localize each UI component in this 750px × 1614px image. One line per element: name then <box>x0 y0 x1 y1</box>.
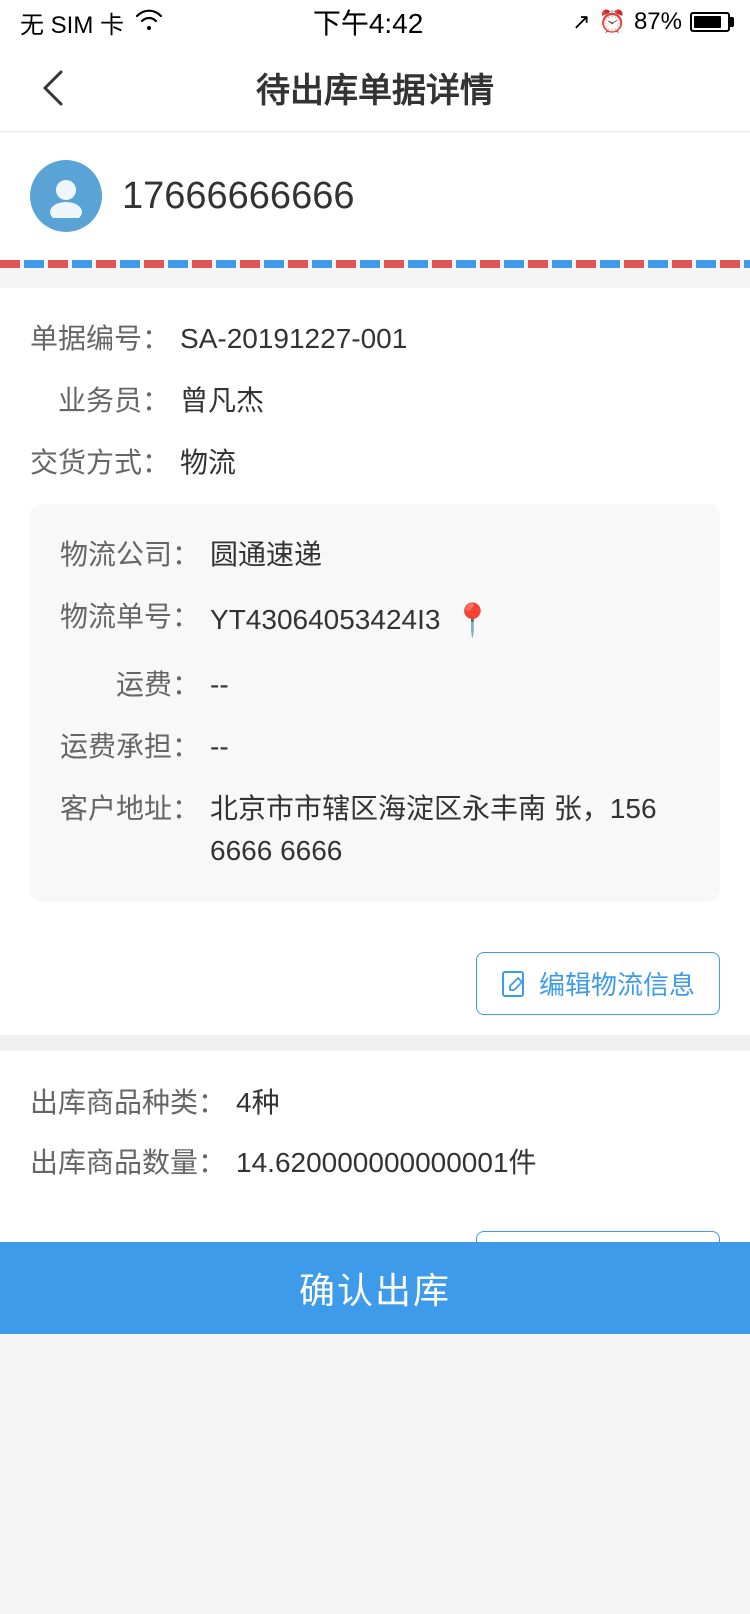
confirm-btn-container: 确认出库 <box>0 1242 750 1334</box>
delivery-method-row: 交货方式： 物流 <box>30 442 720 484</box>
alarm-icon: ⏰ <box>599 9 626 35</box>
page-title: 待出库单据详情 <box>256 63 494 112</box>
freight-value: -- <box>210 664 690 706</box>
product-quantity-value: 14.620000000000001件 <box>236 1141 537 1181</box>
freight-bearer-value: -- <box>210 726 690 768</box>
address-row: 客户地址： 北京市市辖区海淀区永丰南 张，156 6666 6666 <box>60 788 690 872</box>
map-pin-icon[interactable]: 📍 <box>452 596 492 644</box>
edit-btn-row: 编辑物流信息 <box>0 932 750 1035</box>
confirm-outbound-button[interactable]: 确认出库 <box>299 1262 451 1314</box>
freight-row: 运费： -- <box>60 664 690 706</box>
tracking-number-row: 物流单号： YT43064053424I3 📍 <box>60 596 690 644</box>
logistics-company-label: 物流公司： <box>60 534 200 576</box>
order-number-row: 单据编号： SA-20191227-001 <box>30 318 720 360</box>
avatar <box>30 160 102 232</box>
address-value: 北京市市辖区海淀区永丰南 张，156 6666 6666 <box>210 788 690 872</box>
product-section: 出库商品种类： 4种 出库商品数量： 14.620000000000001件 <box>0 1051 750 1211</box>
carrier-text: 无 SIM 卡 <box>20 5 124 40</box>
tracking-number-label: 物流单号： <box>60 596 200 638</box>
product-quantity-row: 出库商品数量： 14.620000000000001件 <box>30 1141 720 1181</box>
salesperson-value: 曾凡杰 <box>180 380 720 422</box>
main-content: 17666666666 单据编号： SA-20191227-001 业务员： 曾… <box>0 132 750 1614</box>
product-types-row: 出库商品种类： 4种 <box>30 1081 720 1121</box>
salesperson-label: 业务员： <box>30 380 170 422</box>
gray-divider <box>0 1035 750 1051</box>
order-number-value: SA-20191227-001 <box>180 318 720 360</box>
dashed-divider <box>0 260 750 268</box>
logistics-company-row: 物流公司： 圆通速递 <box>60 534 690 576</box>
edit-icon <box>501 970 529 998</box>
time-display: 下午4:42 <box>313 2 424 42</box>
wifi-icon <box>134 8 164 37</box>
battery-icon <box>690 12 730 32</box>
product-types-value: 4种 <box>236 1081 280 1121</box>
address-label: 客户地址： <box>60 788 200 830</box>
edit-logistics-button[interactable]: 编辑物流信息 <box>476 952 720 1015</box>
order-info-section: 单据编号： SA-20191227-001 业务员： 曾凡杰 交货方式： 物流 … <box>0 288 750 932</box>
location-status-icon: ↗ <box>572 9 590 35</box>
logistics-company-value: 圆通速递 <box>210 534 690 576</box>
salesperson-row: 业务员： 曾凡杰 <box>30 380 720 422</box>
empty-space <box>0 1314 750 1514</box>
freight-bearer-label: 运费承担： <box>60 726 200 768</box>
product-quantity-label: 出库商品数量： <box>30 1141 226 1181</box>
customer-phone: 17666666666 <box>122 175 354 218</box>
freight-bearer-row: 运费承担： -- <box>60 726 690 768</box>
delivery-method-value: 物流 <box>180 442 720 484</box>
order-number-label: 单据编号： <box>30 318 170 360</box>
status-left: 无 SIM 卡 <box>20 5 164 40</box>
product-types-label: 出库商品种类： <box>30 1081 226 1121</box>
battery-text: 87% <box>634 8 682 36</box>
freight-label: 运费： <box>60 664 200 706</box>
status-right: ↗ ⏰ 87% <box>572 8 730 36</box>
tracking-number-value: YT43064053424I3 📍 <box>210 596 690 644</box>
back-button[interactable] <box>28 63 78 113</box>
status-bar: 无 SIM 卡 下午4:42 ↗ ⏰ 87% <box>0 0 750 44</box>
nav-bar: 待出库单据详情 <box>0 44 750 132</box>
delivery-method-label: 交货方式： <box>30 442 170 484</box>
customer-section: 17666666666 <box>0 132 750 260</box>
logistics-card: 物流公司： 圆通速递 物流单号： YT43064053424I3 📍 运费： -… <box>30 504 720 902</box>
